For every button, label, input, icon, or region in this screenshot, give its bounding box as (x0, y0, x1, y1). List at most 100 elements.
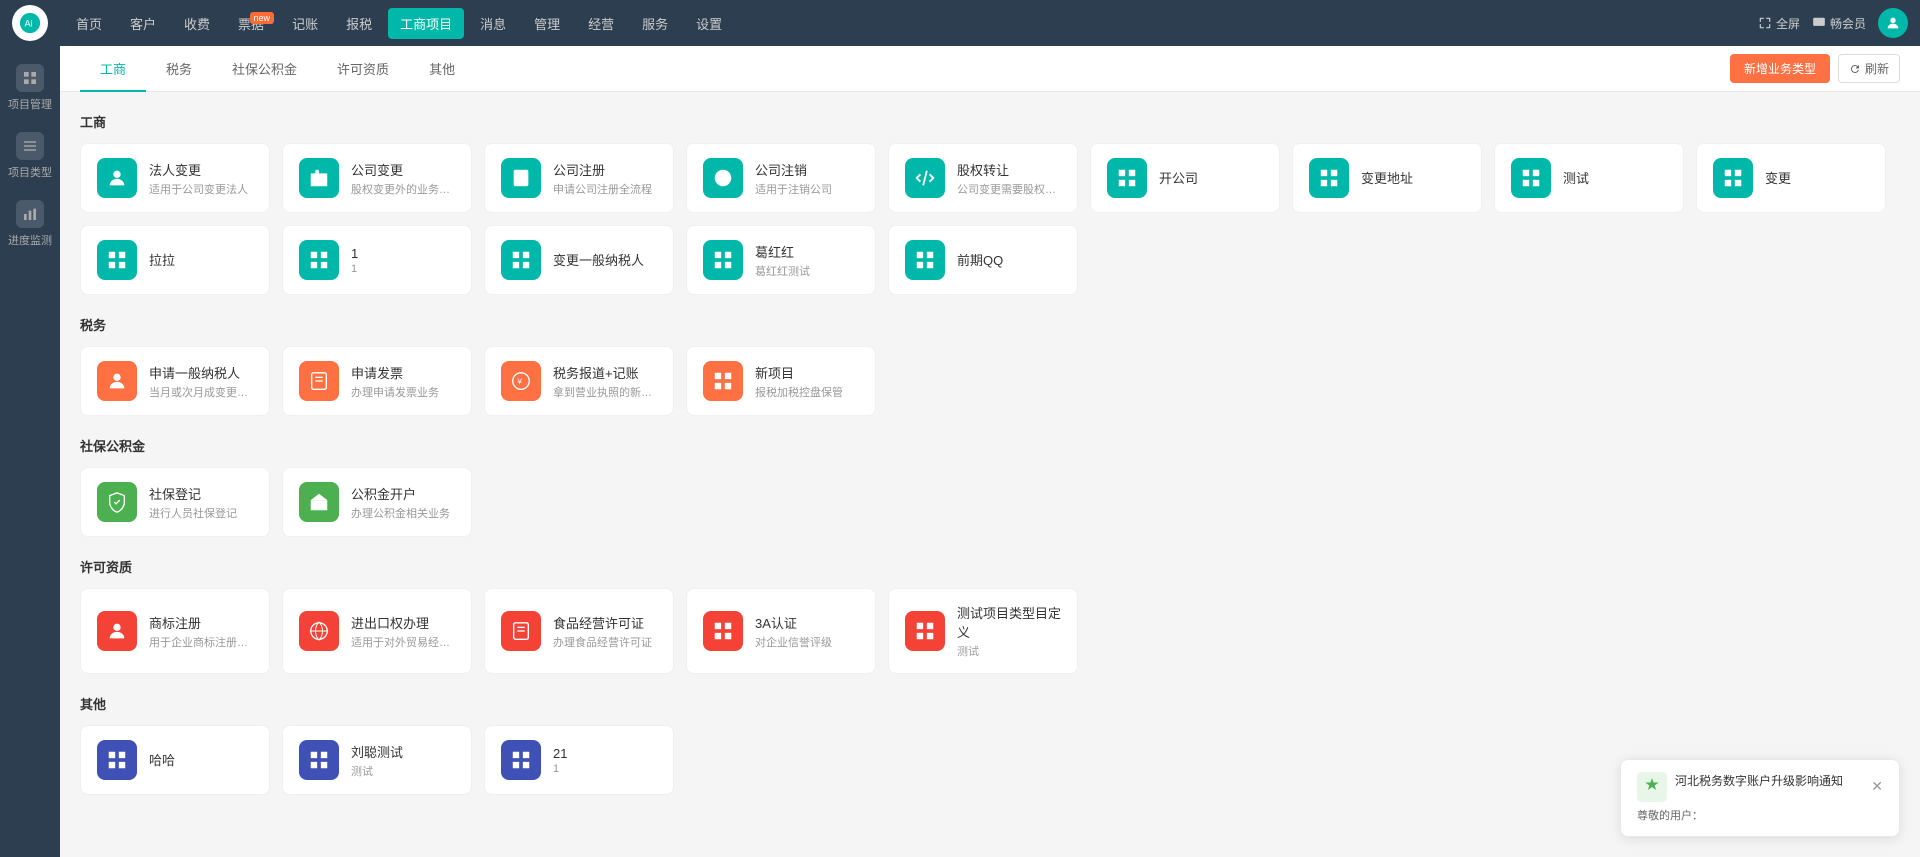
nav-settings[interactable]: 设置 (684, 8, 734, 39)
card-qianqi-qq[interactable]: 前期QQ (888, 225, 1078, 295)
main-layout: 项目管理 项目类型 进度监测 工商 税务 社保公积金 许可资质 其他 新增业务类… (0, 46, 1920, 857)
nav-bookkeeping[interactable]: 记账 (280, 8, 330, 39)
card-name: 申请一般纳税人 (149, 363, 253, 382)
nav-customer[interactable]: 客户 (118, 8, 168, 39)
card-icon-building (299, 158, 339, 198)
card-guquan-zhuanrang[interactable]: 股权转让 公司变更需要股权转让 (888, 143, 1078, 213)
nav-message[interactable]: 消息 (468, 8, 518, 39)
tab-xuke[interactable]: 许可资质 (317, 47, 409, 92)
card-ceshi[interactable]: 测试 (1494, 143, 1684, 213)
card-shipin-xuke[interactable]: 食品经营许可证 办理食品经营许可证 (484, 588, 674, 674)
card-desc: 适用于注销公司 (755, 181, 859, 197)
refresh-button[interactable]: 刷新 (1838, 54, 1900, 83)
card-gongsi-zhuxiao[interactable]: 公司注销 适用于注销公司 (686, 143, 876, 213)
card-name: 股权转让 (957, 160, 1061, 179)
nav-tax[interactable]: 报税 (334, 8, 384, 39)
card-biangeng2[interactable]: 变更 (1696, 143, 1886, 213)
card-faren-biangeng[interactable]: 法人变更 适用于公司变更法人 (80, 143, 270, 213)
card-jinchukou[interactable]: 进出口权办理 适用于对外贸易经营者 (282, 588, 472, 674)
card-3a-renzheng[interactable]: 3A认证 对企业信誉评级 (686, 588, 876, 674)
card-icon-invoice (299, 361, 339, 401)
card-name: 变更地址 (1361, 168, 1465, 187)
card-icon-orange-person (97, 361, 137, 401)
card-icon-grid9 (905, 240, 945, 280)
card-name: 公司变更 (351, 160, 455, 179)
tab-qita[interactable]: 其他 (409, 47, 475, 92)
card-desc: 申请公司注册全流程 (553, 181, 657, 197)
sidebar-label-project-management: 项目管理 (8, 96, 52, 112)
card-icon-grid4 (1713, 158, 1753, 198)
sidebar-item-project-management[interactable]: 项目管理 (0, 54, 60, 122)
card-desc: 办理食品经营许可证 (553, 634, 657, 650)
card-one[interactable]: 1 1 (282, 225, 472, 295)
member-button[interactable]: 畅会员 (1812, 15, 1866, 32)
card-gehonghong[interactable]: 葛红红 葛红红测试 (686, 225, 876, 295)
card-shuiwu-baodao[interactable]: ¥ 税务报道+记账 拿到营业执照的新公司 (484, 346, 674, 416)
user-avatar[interactable] (1878, 8, 1908, 38)
card-icon-grid7 (501, 240, 541, 280)
card-desc: 进行人员社保登记 (149, 505, 253, 521)
card-desc: 报税加税控盘保管 (755, 384, 859, 400)
sidebar-label-project-type: 项目类型 (8, 164, 52, 180)
nav-management[interactable]: 管理 (522, 8, 572, 39)
card-lala[interactable]: 拉拉 (80, 225, 270, 295)
sidebar-item-project-type[interactable]: 项目类型 (0, 122, 60, 190)
card-gongsi-zhuce[interactable]: 公司注册 申请公司注册全流程 (484, 143, 674, 213)
fullscreen-button[interactable]: 全屏 (1758, 15, 1800, 32)
card-icon-grid5 (97, 240, 137, 280)
card-name: 测试项目类型目定义 (957, 603, 1061, 641)
card-icon-trademark (97, 611, 137, 651)
section-title-xuke: 许可资质 (80, 557, 1900, 576)
card-shenqing-fapiao[interactable]: 申请发票 办理申请发票业务 (282, 346, 472, 416)
notification-body: 尊敬的用户： (1637, 808, 1883, 825)
nav-operation[interactable]: 经营 (576, 8, 626, 39)
card-shenqing-nashui[interactable]: 申请一般纳税人 当月或次月成变更完成 (80, 346, 270, 416)
nav-industrial[interactable]: 工商项目 (388, 8, 464, 39)
card-biangeng-dizhi[interactable]: 变更地址 (1292, 143, 1482, 213)
tab-shuiwu[interactable]: 税务 (146, 47, 212, 92)
section-title-gongshang: 工商 (80, 112, 1900, 131)
nav-billing[interactable]: 收费 (172, 8, 222, 39)
card-name: 社保登记 (149, 484, 253, 503)
nav-service[interactable]: 服务 (630, 8, 680, 39)
nav-menu: 首页 客户 收费 票据new 记账 报税 工商项目 消息 管理 经营 服务 设置 (64, 8, 1758, 39)
card-icon-grid2 (1309, 158, 1349, 198)
card-shangbiao-zhuce[interactable]: 商标注册 用于企业商标注册服务 (80, 588, 270, 674)
card-icon-trade (299, 611, 339, 651)
add-type-button[interactable]: 新增业务类型 (1730, 54, 1830, 83)
list-icon (16, 132, 44, 160)
section-title-qita: 其他 (80, 694, 1900, 713)
card-name: 开公司 (1159, 168, 1263, 187)
nav-invoice[interactable]: 票据new (226, 8, 276, 39)
card-xin-xiangmu[interactable]: 新项目 报税加税控盘保管 (686, 346, 876, 416)
card-icon-report: ¥ (501, 361, 541, 401)
card-name: 申请发票 (351, 363, 455, 382)
card-shebao-dengji[interactable]: 社保登记 进行人员社保登记 (80, 467, 270, 537)
card-haha[interactable]: 哈哈 (80, 725, 270, 795)
sidebar-item-progress[interactable]: 进度监测 (0, 190, 60, 258)
nav-home[interactable]: 首页 (64, 8, 114, 39)
sidebar-label-progress: 进度监测 (8, 232, 52, 248)
notification-title: 河北税务数字账户升级影响通知 (1675, 772, 1843, 789)
card-ceshi-type[interactable]: 测试项目类型目定义 测试 (888, 588, 1078, 674)
tab-bar: 工商 税务 社保公积金 许可资质 其他 新增业务类型 刷新 (60, 46, 1920, 92)
card-gongsi-biangeng[interactable]: 公司变更 股权变更外的业务变更 (282, 143, 472, 213)
card-desc: 测试 (351, 763, 455, 779)
member-label: 畅会员 (1830, 15, 1866, 32)
card-name: 食品经营许可证 (553, 613, 657, 632)
card-icon-blue-grid1 (97, 740, 137, 780)
tab-shebao[interactable]: 社保公积金 (212, 47, 317, 92)
card-liucong-ceshi[interactable]: 刘聪测试 测试 (282, 725, 472, 795)
card-desc: 办理公积金相关业务 (351, 505, 455, 521)
card-desc: 办理申请发票业务 (351, 384, 455, 400)
card-21[interactable]: 21 1 (484, 725, 674, 795)
card-kai-gongsi[interactable]: 开公司 (1090, 143, 1280, 213)
tab-gongshang[interactable]: 工商 (80, 47, 146, 92)
notification-close-button[interactable]: ✕ (1871, 778, 1883, 795)
card-name: 拉拉 (149, 250, 253, 269)
card-gongjijin-kaihu[interactable]: 公积金开户 办理公积金相关业务 (282, 467, 472, 537)
card-biangeng-nashui[interactable]: 变更一般纳税人 (484, 225, 674, 295)
card-grid-shuiwu: 申请一般纳税人 当月或次月成变更完成 申请发票 办理申请发票业务 ¥ (80, 346, 1900, 416)
app-logo[interactable]: Ai (12, 5, 48, 41)
card-name: 法人变更 (149, 160, 253, 179)
